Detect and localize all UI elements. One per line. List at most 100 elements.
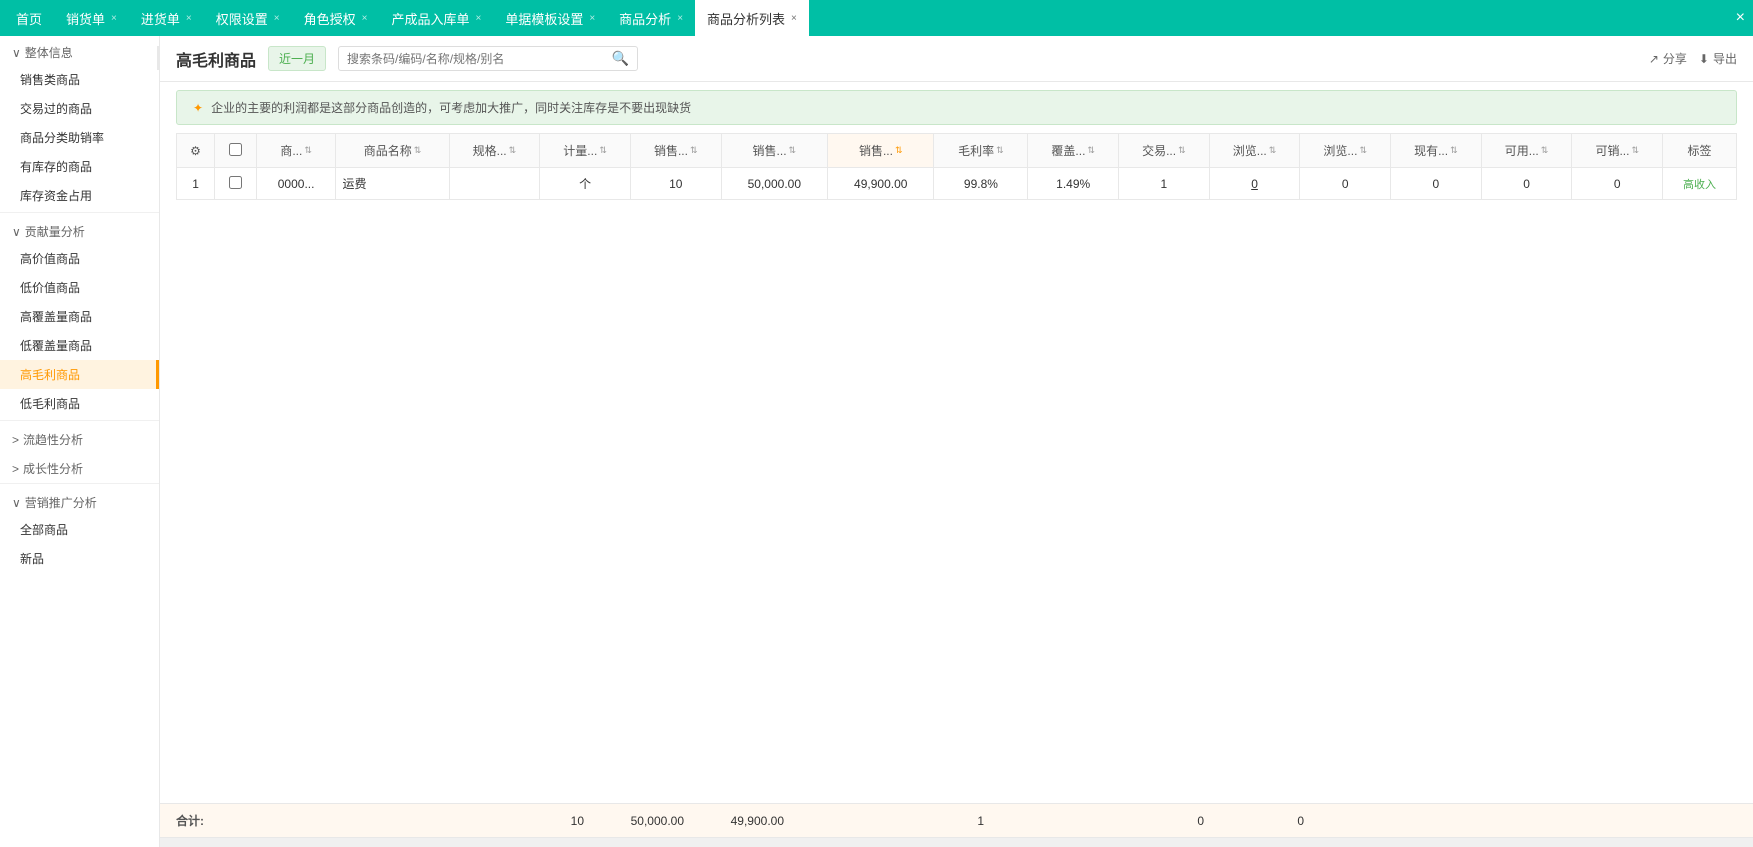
sidebar-group-marketing[interactable]: ∨ 营销推广分析 <box>0 486 159 515</box>
col-checkbox[interactable] <box>215 134 257 168</box>
col-sales-amount[interactable]: 销售...⇅ <box>721 134 827 168</box>
sidebar-item-new-goods[interactable]: 新品 <box>0 544 159 573</box>
col-sellable[interactable]: 可销...⇅ <box>1572 134 1663 168</box>
col-sales-profit[interactable]: 销售...⇅ <box>828 134 934 168</box>
sidebar-item-low-margin[interactable]: 低毛利商品 <box>0 389 159 418</box>
sidebar-item-high-margin[interactable]: 高毛利商品 <box>0 360 159 389</box>
col-spec[interactable]: 规格...⇅ <box>449 134 540 168</box>
col-name[interactable]: 商品名称⇅ <box>336 134 449 168</box>
export-button[interactable]: ⬇ 导出 <box>1699 50 1737 67</box>
main-layout: 《 ∨ 整体信息 销售类商品 交易过的商品 商品分类助销率 有库存的商品 库存资… <box>0 36 1753 847</box>
cell-browse2: 0 <box>1300 168 1391 200</box>
search-input[interactable] <box>347 52 612 66</box>
cell-browse1[interactable]: 0 <box>1209 168 1300 200</box>
table-header-row: ⚙ 商...⇅ 商品名称⇅ 规格...⇅ 计量...⇅ 销售...⇅ 销售...… <box>177 134 1737 168</box>
nav-item-analysis-list[interactable]: 商品分析列表 × <box>695 0 809 36</box>
footer-sales-qty: 10 <box>504 814 584 828</box>
nav-item-permissions[interactable]: 权限设置 × <box>204 0 292 36</box>
bottom-scrollbar[interactable] <box>160 837 1753 847</box>
close-inbound-tab[interactable]: × <box>475 13 481 24</box>
col-code[interactable]: 商...⇅ <box>256 134 336 168</box>
col-coverage[interactable]: 覆盖...⇅ <box>1028 134 1119 168</box>
nav-item-home[interactable]: 首页 <box>4 0 54 36</box>
sidebar-toggle[interactable]: 《 <box>157 46 160 70</box>
col-trade[interactable]: 交易...⇅ <box>1119 134 1210 168</box>
sidebar: 《 ∨ 整体信息 销售类商品 交易过的商品 商品分类助销率 有库存的商品 库存资… <box>0 36 160 847</box>
cell-sales-profit: 49,900.00 <box>828 168 934 200</box>
sidebar-item-category-rate[interactable]: 商品分类助销率 <box>0 123 159 152</box>
col-sales-qty[interactable]: 销售...⇅ <box>630 134 721 168</box>
col-settings[interactable]: ⚙ <box>177 134 215 168</box>
cell-name: 运费 <box>336 168 449 200</box>
sidebar-item-low-coverage[interactable]: 低覆盖量商品 <box>0 331 159 360</box>
select-all-checkbox[interactable] <box>229 143 242 156</box>
cell-spec <box>449 168 540 200</box>
table-row: 1 0000... 运费 个 10 50,000.00 49,900.00 99… <box>177 168 1737 200</box>
close-analysis-tab[interactable]: × <box>677 13 683 24</box>
sidebar-item-all-goods[interactable]: 全部商品 <box>0 515 159 544</box>
table-footer: 合计: 10 50,000.00 49,900.00 1 0 0 <box>160 803 1753 837</box>
footer-trade: 1 <box>904 814 984 828</box>
sidebar-item-in-stock[interactable]: 有库存的商品 <box>0 152 159 181</box>
nav-item-role[interactable]: 角色授权 × <box>292 0 380 36</box>
cell-sales-qty: 10 <box>630 168 721 200</box>
nav-item-sales[interactable]: 销货单 × <box>54 0 129 36</box>
filter-recent-month[interactable]: 近一月 <box>268 46 326 71</box>
cell-gross-margin: 99.8% <box>934 168 1028 200</box>
export-icon: ⬇ <box>1699 52 1709 66</box>
row-checkbox[interactable] <box>229 176 242 189</box>
cell-checkbox[interactable] <box>215 168 257 200</box>
sidebar-group-growth[interactable]: > 成长性分析 <box>0 452 159 481</box>
footer-label: 合计: <box>176 812 204 829</box>
nav-item-inbound[interactable]: 产成品入库单 × <box>379 0 493 36</box>
footer-available: 0 <box>1224 814 1304 828</box>
cell-no: 1 <box>177 168 215 200</box>
nav-item-template[interactable]: 单据模板设置 × <box>493 0 607 36</box>
col-unit[interactable]: 计量...⇅ <box>540 134 631 168</box>
sidebar-item-traded-goods[interactable]: 交易过的商品 <box>0 94 159 123</box>
content-header: 高毛利商品 近一月 🔍 ↗ 分享 ⬇ 导出 <box>160 36 1753 82</box>
col-browse2[interactable]: 浏览...⇅ <box>1300 134 1391 168</box>
footer-sales-profit: 49,900.00 <box>704 814 784 828</box>
sidebar-item-sales-goods[interactable]: 销售类商品 <box>0 65 159 94</box>
search-icon[interactable]: 🔍 <box>612 50 629 67</box>
close-permissions-tab[interactable]: × <box>274 13 280 24</box>
top-nav: 首页 销货单 × 进货单 × 权限设置 × 角色授权 × 产成品入库单 × 单据… <box>0 0 1753 36</box>
info-banner: ✦ 企业的主要的利润都是这部分商品创造的，可考虑加大推广，同时关注库存是不要出现… <box>176 90 1737 125</box>
col-tag[interactable]: 标签 <box>1663 134 1737 168</box>
cell-current-stock: 0 <box>1391 168 1482 200</box>
share-button[interactable]: ↗ 分享 <box>1649 50 1687 67</box>
header-actions: ↗ 分享 ⬇ 导出 <box>1649 50 1737 67</box>
cell-sellable: 0 <box>1572 168 1663 200</box>
nav-item-analysis[interactable]: 商品分析 × <box>607 0 695 36</box>
sidebar-group-trend[interactable]: > 流趋性分析 <box>0 423 159 452</box>
sidebar-item-high-coverage[interactable]: 高覆盖量商品 <box>0 302 159 331</box>
footer-sales-amount: 50,000.00 <box>604 814 684 828</box>
sidebar-item-stock-funds[interactable]: 库存资金占用 <box>0 181 159 210</box>
close-sales-tab[interactable]: × <box>111 13 117 24</box>
cell-unit: 个 <box>540 168 631 200</box>
col-current-stock[interactable]: 现有...⇅ <box>1391 134 1482 168</box>
sidebar-item-high-value[interactable]: 高价值商品 <box>0 244 159 273</box>
close-role-tab[interactable]: × <box>362 13 368 24</box>
nav-item-purchase[interactable]: 进货单 × <box>129 0 204 36</box>
sidebar-item-low-value[interactable]: 低价值商品 <box>0 273 159 302</box>
sidebar-group-overall[interactable]: ∨ 整体信息 <box>0 36 159 65</box>
cell-code: 0000... <box>256 168 336 200</box>
window-close-button[interactable]: × <box>1736 9 1745 27</box>
close-purchase-tab[interactable]: × <box>186 13 192 24</box>
col-available[interactable]: 可用...⇅ <box>1481 134 1572 168</box>
close-template-tab[interactable]: × <box>589 13 595 24</box>
cell-available: 0 <box>1481 168 1572 200</box>
search-box: 🔍 <box>338 46 638 71</box>
col-browse1[interactable]: 浏览...⇅ <box>1209 134 1300 168</box>
cell-sales-amount: 50,000.00 <box>721 168 827 200</box>
col-gross-margin[interactable]: 毛利率⇅ <box>934 134 1028 168</box>
sidebar-group-contribution[interactable]: ∨ 贡献量分析 <box>0 215 159 244</box>
cell-coverage: 1.49% <box>1028 168 1119 200</box>
info-icon: ✦ <box>193 101 203 115</box>
table-container: ⚙ 商...⇅ 商品名称⇅ 规格...⇅ 计量...⇅ 销售...⇅ 销售...… <box>160 133 1753 803</box>
cell-trade: 1 <box>1119 168 1210 200</box>
close-analysis-list-tab[interactable]: × <box>791 13 797 24</box>
content-area: 高毛利商品 近一月 🔍 ↗ 分享 ⬇ 导出 ✦ 企业的主要的利润都是这部分商品创… <box>160 36 1753 847</box>
